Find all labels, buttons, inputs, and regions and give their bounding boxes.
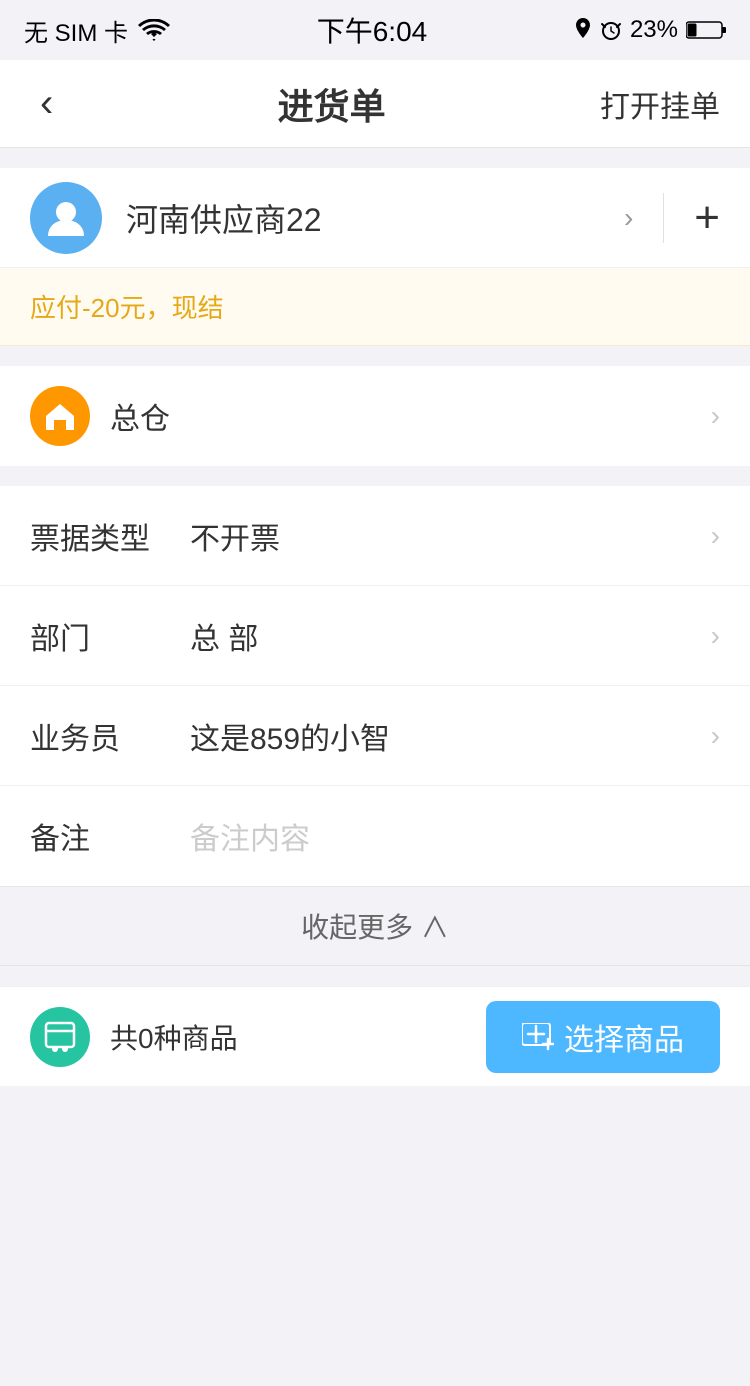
battery-text: 23%	[630, 16, 678, 44]
select-product-icon	[522, 1023, 554, 1051]
supplier-row[interactable]: 河南供应商22 › +	[0, 168, 750, 268]
carrier-text: 无 SIM 卡	[24, 13, 128, 48]
back-button[interactable]: ‹	[30, 71, 63, 136]
warehouse-section: 总仓 ›	[0, 366, 750, 466]
collapse-button[interactable]: 收起更多 ∧	[0, 886, 750, 966]
product-icon	[30, 1007, 90, 1067]
collapse-label: 收起更多 ∧	[301, 906, 449, 946]
alarm-icon	[600, 19, 622, 41]
department-label: 部门	[30, 614, 170, 658]
remark-value: 备注内容	[170, 814, 720, 858]
notice-text: 应付-20元，现结	[30, 293, 224, 323]
section-gap-1	[0, 148, 750, 168]
nav-bar: ‹ 进货单 打开挂单	[0, 60, 750, 148]
invoice-type-row[interactable]: 票据类型 不开票 ›	[0, 486, 750, 586]
department-value: 总 部	[170, 614, 711, 658]
warehouse-name: 总仓	[110, 394, 711, 438]
salesperson-label: 业务员	[30, 714, 170, 758]
remark-label: 备注	[30, 814, 170, 858]
supplier-divider	[663, 193, 664, 243]
warehouse-chevron-icon: ›	[711, 400, 720, 432]
status-indicators: 23%	[574, 16, 726, 44]
section-gap-2	[0, 346, 750, 366]
content-background	[0, 1086, 750, 1386]
invoice-type-chevron-icon: ›	[711, 520, 720, 552]
home-icon	[42, 398, 78, 434]
battery-icon	[686, 20, 726, 40]
user-icon	[44, 196, 88, 240]
cart-icon	[42, 1019, 78, 1055]
status-time: 下午6:04	[317, 10, 428, 50]
open-pending-button[interactable]: 打开挂单	[600, 82, 720, 126]
notice-bar: 应付-20元，现结	[0, 268, 750, 346]
supplier-name: 河南供应商22	[126, 195, 624, 241]
location-icon	[574, 18, 592, 42]
status-carrier: 无 SIM 卡	[24, 13, 170, 48]
section-gap-4	[0, 966, 750, 986]
status-bar: 无 SIM 卡 下午6:04 23%	[0, 0, 750, 60]
page-title: 进货单	[278, 78, 386, 130]
department-chevron-icon: ›	[711, 620, 720, 652]
form-section: 票据类型 不开票 › 部门 总 部 › 业务员 这是859的小智 › 备注 备注…	[0, 486, 750, 886]
section-gap-3	[0, 466, 750, 486]
select-product-label: 选择商品	[564, 1015, 684, 1059]
supplier-chevron-icon: ›	[624, 202, 633, 234]
wifi-icon	[138, 19, 170, 41]
salesperson-row[interactable]: 业务员 这是859的小智 ›	[0, 686, 750, 786]
invoice-type-label: 票据类型	[30, 514, 170, 558]
warehouse-icon	[30, 386, 90, 446]
add-supplier-button[interactable]: +	[694, 196, 720, 240]
department-row[interactable]: 部门 总 部 ›	[0, 586, 750, 686]
supplier-section: 河南供应商22 › + 应付-20元，现结	[0, 168, 750, 346]
supplier-avatar	[30, 182, 102, 254]
invoice-type-value: 不开票	[170, 514, 711, 558]
bottom-bar: 共0种商品 选择商品	[0, 986, 750, 1086]
salesperson-value: 这是859的小智	[170, 714, 711, 758]
warehouse-row[interactable]: 总仓 ›	[0, 366, 750, 466]
remark-row[interactable]: 备注 备注内容	[0, 786, 750, 886]
select-product-button[interactable]: 选择商品	[486, 1001, 720, 1073]
product-count-text: 共0种商品	[110, 1017, 486, 1057]
salesperson-chevron-icon: ›	[711, 720, 720, 752]
